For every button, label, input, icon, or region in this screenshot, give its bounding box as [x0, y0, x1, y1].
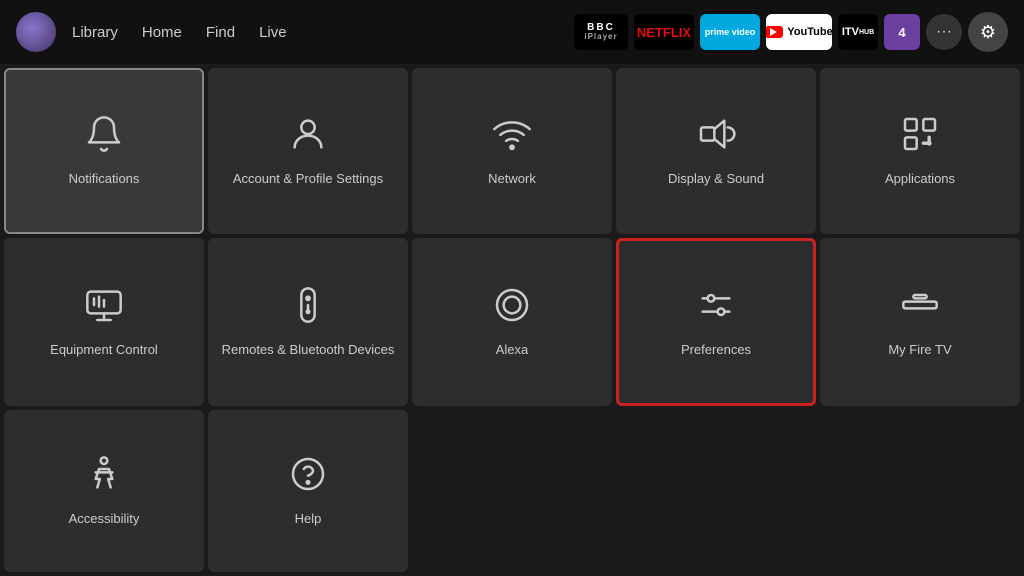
- tile-preferences[interactable]: Preferences: [616, 238, 816, 406]
- netflix-icon[interactable]: NETFLIX: [634, 14, 694, 50]
- tile-equipment-label: Equipment Control: [50, 342, 158, 359]
- more-apps-button[interactable]: ···: [926, 14, 962, 50]
- youtube-icon[interactable]: YouTube: [766, 14, 832, 50]
- tile-accessibility[interactable]: Accessibility: [4, 410, 204, 572]
- tile-applications-label: Applications: [885, 171, 955, 188]
- speaker-icon: [696, 114, 736, 159]
- avatar[interactable]: [16, 12, 56, 52]
- tile-myfiretv[interactable]: My Fire TV: [820, 238, 1020, 406]
- tile-help-label: Help: [295, 511, 322, 528]
- alexa-icon: [492, 285, 532, 330]
- prime-video-icon[interactable]: prime video: [700, 14, 760, 50]
- tile-alexa[interactable]: Alexa: [412, 238, 612, 406]
- tile-network[interactable]: Network: [412, 68, 612, 234]
- channel4-icon[interactable]: 4: [884, 14, 920, 50]
- tile-myfiretv-label: My Fire TV: [888, 342, 951, 359]
- grid4-icon: [900, 114, 940, 159]
- tile-notifications-label: Notifications: [69, 171, 140, 188]
- tile-help[interactable]: Help: [208, 410, 408, 572]
- person-icon: [84, 454, 124, 499]
- nav-library[interactable]: Library: [72, 24, 118, 41]
- firetv-icon: [900, 285, 940, 330]
- tile-display-sound[interactable]: Display & Sound: [616, 68, 816, 234]
- monitor-icon: [84, 285, 124, 330]
- bbc-iplayer-icon[interactable]: BBCiPlayer: [574, 14, 628, 50]
- user-icon: [288, 114, 328, 159]
- tile-preferences-label: Preferences: [681, 342, 751, 359]
- tile-accessibility-label: Accessibility: [69, 511, 140, 528]
- tile-remotes-label: Remotes & Bluetooth Devices: [222, 342, 395, 359]
- tile-network-label: Network: [488, 171, 536, 188]
- nav-home[interactable]: Home: [142, 24, 182, 41]
- nav-live[interactable]: Live: [259, 24, 287, 41]
- tile-account-label: Account & Profile Settings: [233, 171, 383, 188]
- sliders-icon: [696, 285, 736, 330]
- tile-notifications[interactable]: Notifications: [4, 68, 204, 234]
- tile-alexa-label: Alexa: [496, 342, 529, 359]
- settings-button[interactable]: ⚙: [968, 12, 1008, 52]
- tile-applications[interactable]: Applications: [820, 68, 1020, 234]
- tile-remotes[interactable]: Remotes & Bluetooth Devices: [208, 238, 408, 406]
- settings-grid: Notifications Account & Profile Settings…: [0, 64, 1024, 576]
- remote-icon: [288, 285, 328, 330]
- nav-find[interactable]: Find: [206, 24, 235, 41]
- nav-links: Library Home Find Live: [72, 24, 287, 41]
- wifi-icon: [492, 114, 532, 159]
- tile-account[interactable]: Account & Profile Settings: [208, 68, 408, 234]
- app-icons: BBCiPlayer NETFLIX prime video YouTube I…: [574, 12, 1008, 52]
- top-navigation: Library Home Find Live BBCiPlayer NETFLI…: [0, 0, 1024, 64]
- tile-display-sound-label: Display & Sound: [668, 171, 764, 188]
- question-icon: [288, 454, 328, 499]
- tile-equipment[interactable]: Equipment Control: [4, 238, 204, 406]
- itv-icon[interactable]: ITVHUB: [838, 14, 878, 50]
- bell-icon: [84, 114, 124, 159]
